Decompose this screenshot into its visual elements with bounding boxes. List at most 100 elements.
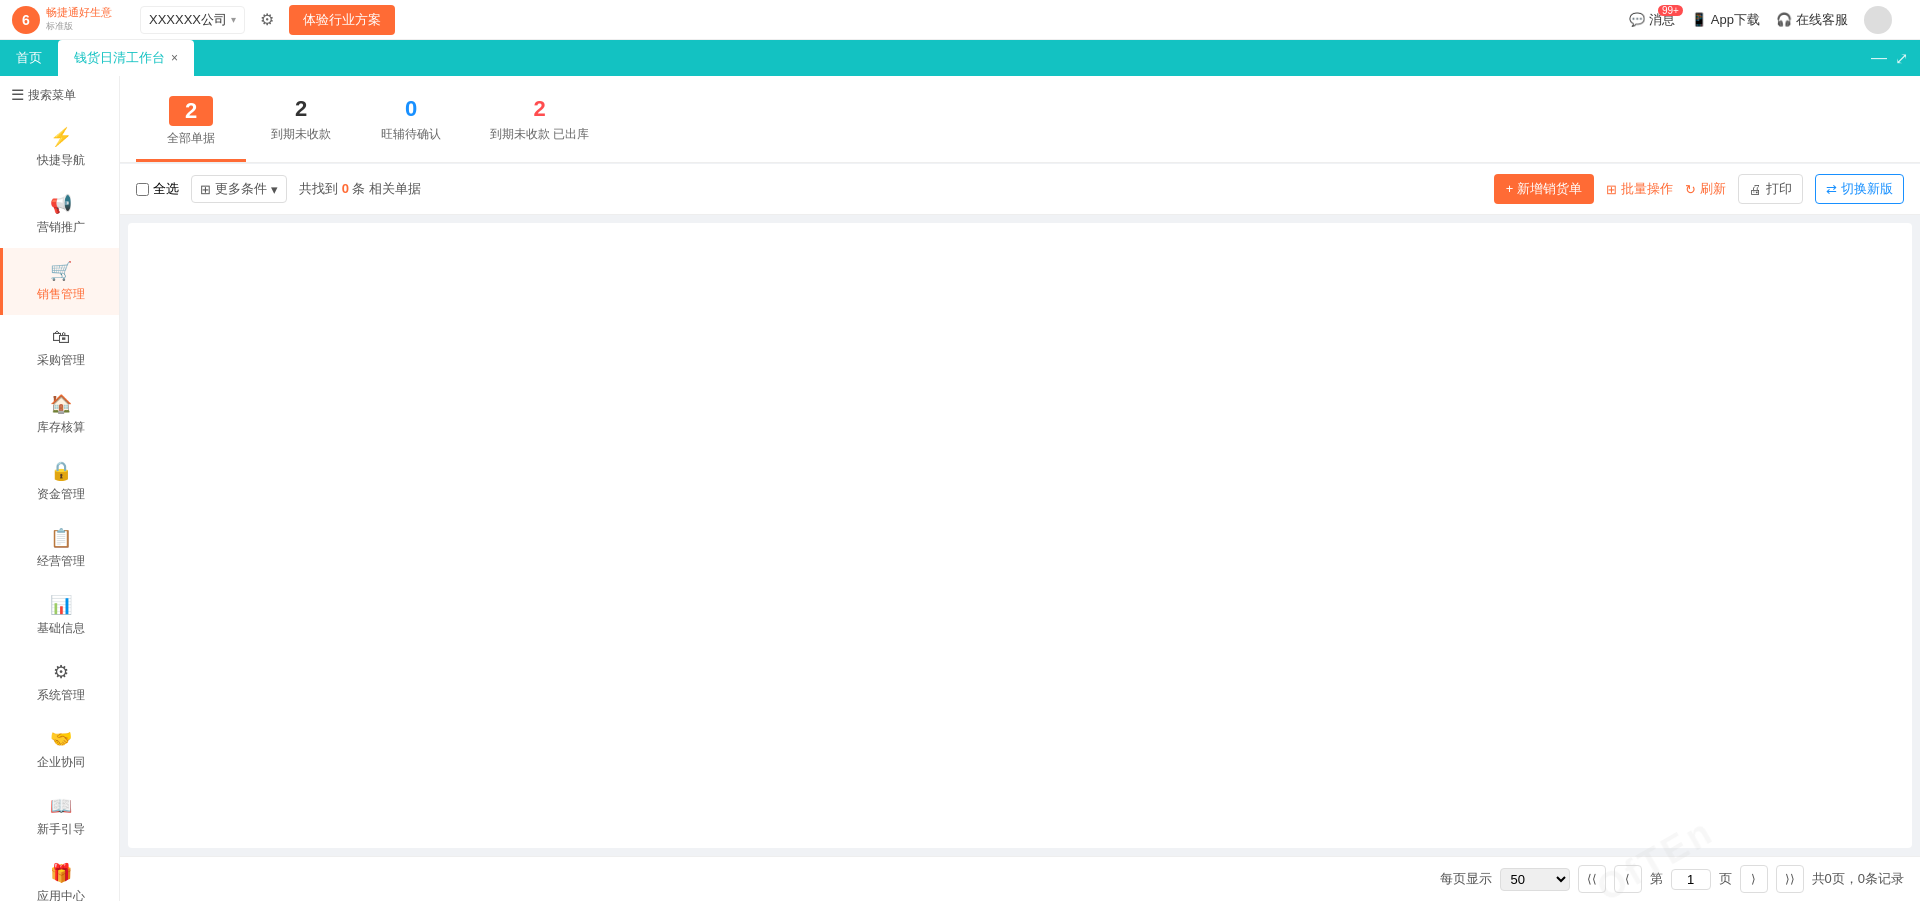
- chevron-down-icon: ▾: [231, 14, 236, 25]
- logo-text-area: 畅捷通好生意 标准版: [46, 6, 112, 32]
- headset-icon: 🎧: [1776, 12, 1792, 27]
- stat-tab-wangwang-label: 旺辅待确认: [381, 126, 441, 143]
- tab-home-label: 首页: [16, 49, 42, 67]
- switch-label: 切换新版: [1841, 180, 1893, 198]
- stat-tab-wangwang-number: 0: [405, 96, 417, 122]
- trial-button[interactable]: 体验行业方案: [289, 5, 395, 35]
- last-page-button[interactable]: ⟩⟩: [1776, 865, 1804, 893]
- stat-tab-overdue-number: 2: [295, 96, 307, 122]
- table-area: [128, 223, 1912, 848]
- system-icon: ⚙: [53, 661, 69, 683]
- tab-home[interactable]: 首页: [0, 40, 58, 76]
- print-button[interactable]: 🖨 打印: [1738, 174, 1803, 204]
- select-all-input[interactable]: [136, 183, 149, 196]
- first-page-button[interactable]: ⟨⟨: [1578, 865, 1606, 893]
- logo-badge: 标准版: [46, 20, 112, 33]
- sidebar-item-quick-nav[interactable]: ⚡ 快捷导航: [0, 114, 119, 181]
- sidebar-item-business[interactable]: 📋 经营管理: [0, 515, 119, 582]
- logo-area: 6 畅捷通好生意 标准版: [12, 6, 132, 34]
- refresh-button[interactable]: ↻ 刷新: [1685, 180, 1726, 198]
- sidebar-item-inventory[interactable]: 🏠 库存核算: [0, 381, 119, 448]
- nav-tabs: 首页 钱货日清工作台 × — ⤢: [0, 40, 1920, 76]
- switch-new-version-button[interactable]: ⇄ 切换新版: [1815, 174, 1904, 204]
- sidebar-item-guide[interactable]: 📖 新手引导: [0, 783, 119, 850]
- next-page-button[interactable]: ⟩: [1740, 865, 1768, 893]
- stat-tab-overdue-shipped[interactable]: 2 到期未收款 已出库: [466, 88, 613, 162]
- company-selector[interactable]: XXXXXX公司 ▾: [140, 6, 245, 34]
- minimize-button[interactable]: —: [1871, 49, 1887, 67]
- stat-tab-all[interactable]: 2 全部单据: [136, 88, 246, 162]
- found-text: 共找到 0 条 相关单据: [299, 180, 421, 198]
- select-all-checkbox[interactable]: 全选: [136, 180, 179, 198]
- marketing-icon: 📢: [50, 193, 72, 215]
- app-download-button[interactable]: 📱 App下载: [1691, 11, 1760, 29]
- sidebar-item-purchase-label: 采购管理: [37, 352, 85, 369]
- filter-label: 更多条件: [215, 180, 267, 198]
- sidebar-item-finance[interactable]: 🔒 资金管理: [0, 448, 119, 515]
- logo-text: 畅捷通好生意: [46, 6, 112, 19]
- stat-tab-overdue[interactable]: 2 到期未收款: [246, 88, 356, 162]
- online-service-label: 在线客服: [1796, 11, 1848, 29]
- settings-button[interactable]: ⚙: [253, 6, 281, 34]
- basic-icon: 📊: [50, 594, 72, 616]
- sales-icon: 🛒: [50, 260, 72, 282]
- toolbar-left: 全选 ⊞ 更多条件 ▾ 共找到 0 条 相关单据: [136, 175, 421, 203]
- page-size-select[interactable]: 50 10 20 100: [1500, 868, 1570, 891]
- table-body: [128, 223, 1912, 848]
- toolbar: 全选 ⊞ 更多条件 ▾ 共找到 0 条 相关单据 + 新增销货单 ⊞ 批量操作: [120, 164, 1920, 215]
- tab-current[interactable]: 钱货日清工作台 ×: [58, 40, 194, 76]
- total-info: 共0页，0条记录: [1812, 870, 1904, 888]
- found-count: 0: [342, 181, 349, 196]
- prev-page-button[interactable]: ⟨: [1614, 865, 1642, 893]
- print-icon: 🖨: [1749, 182, 1762, 197]
- filter-button[interactable]: ⊞ 更多条件 ▾: [191, 175, 287, 203]
- new-sales-order-button[interactable]: + 新增销货单: [1494, 174, 1594, 204]
- stat-tab-overdue-shipped-label: 到期未收款 已出库: [490, 126, 589, 143]
- appstore-icon: 🎁: [50, 862, 72, 884]
- sidebar-item-enterprise-label: 企业协同: [37, 754, 85, 771]
- toolbar-right: + 新增销货单 ⊞ 批量操作 ↻ 刷新 🖨 打印 ⇄ 切换新版: [1494, 174, 1904, 204]
- per-page-label: 每页显示: [1440, 870, 1492, 888]
- close-tab-icon[interactable]: ×: [171, 51, 178, 65]
- select-all-label: 全选: [153, 180, 179, 198]
- sidebar-search[interactable]: ☰ 搜索菜单: [0, 76, 119, 114]
- sidebar-item-basic[interactable]: 📊 基础信息: [0, 582, 119, 649]
- app-download-label: App下载: [1711, 11, 1760, 29]
- purchase-icon: 🛍: [52, 327, 70, 348]
- content-area: 2 全部单据 2 到期未收款 0 旺辅待确认 2 到期未收款 已出库 全选: [120, 76, 1920, 901]
- top-bar-left: 6 畅捷通好生意 标准版 XXXXXX公司 ▾ ⚙ 体验行业方案: [12, 5, 395, 35]
- sidebar-item-finance-label: 资金管理: [37, 486, 85, 503]
- page-number-input[interactable]: [1671, 869, 1711, 890]
- sidebar-item-guide-label: 新手引导: [37, 821, 85, 838]
- sidebar-item-appstore[interactable]: 🎁 应用中心: [0, 850, 119, 901]
- sidebar-item-purchase[interactable]: 🛍 采购管理: [0, 315, 119, 381]
- nav-tab-actions: — ⤢: [1871, 49, 1920, 68]
- stats-tabs: 2 全部单据 2 到期未收款 0 旺辅待确认 2 到期未收款 已出库: [120, 76, 1920, 163]
- stat-tab-wangwang[interactable]: 0 旺辅待确认: [356, 88, 466, 162]
- top-bar: 6 畅捷通好生意 标准版 XXXXXX公司 ▾ ⚙ 体验行业方案 💬 消息 99…: [0, 0, 1920, 40]
- batch-icon: ⊞: [1606, 182, 1617, 197]
- sidebar-item-inventory-label: 库存核算: [37, 419, 85, 436]
- found-suffix: 条 相关单据: [352, 181, 421, 196]
- business-icon: 📋: [50, 527, 72, 549]
- notification-area[interactable]: 💬 消息 99+: [1629, 11, 1675, 29]
- user-avatar[interactable]: [1864, 6, 1892, 34]
- refresh-icon: ↻: [1685, 182, 1696, 197]
- sidebar-item-marketing[interactable]: 📢 营销推广: [0, 181, 119, 248]
- sidebar-item-enterprise[interactable]: 🤝 企业协同: [0, 716, 119, 783]
- notification-badge: 99+: [1658, 5, 1683, 16]
- inventory-icon: 🏠: [50, 393, 72, 415]
- print-label: 打印: [1766, 180, 1792, 198]
- company-name: XXXXXX公司: [149, 11, 227, 29]
- sidebar-item-business-label: 经营管理: [37, 553, 85, 570]
- sidebar-item-basic-label: 基础信息: [37, 620, 85, 637]
- sidebar-item-system[interactable]: ⚙ 系统管理: [0, 649, 119, 716]
- sidebar: ☰ 搜索菜单 ⚡ 快捷导航 📢 营销推广 🛒 销售管理 🛍 采购管理 🏠 库存核…: [0, 76, 120, 901]
- stat-tab-overdue-label: 到期未收款: [271, 126, 331, 143]
- tab-current-label: 钱货日清工作台: [74, 49, 165, 67]
- page-suffix-label: 页: [1719, 870, 1732, 888]
- batch-operation-button[interactable]: ⊞ 批量操作: [1606, 180, 1673, 198]
- online-service-button[interactable]: 🎧 在线客服: [1776, 11, 1848, 29]
- maximize-button[interactable]: ⤢: [1895, 49, 1908, 68]
- sidebar-item-sales[interactable]: 🛒 销售管理: [0, 248, 119, 315]
